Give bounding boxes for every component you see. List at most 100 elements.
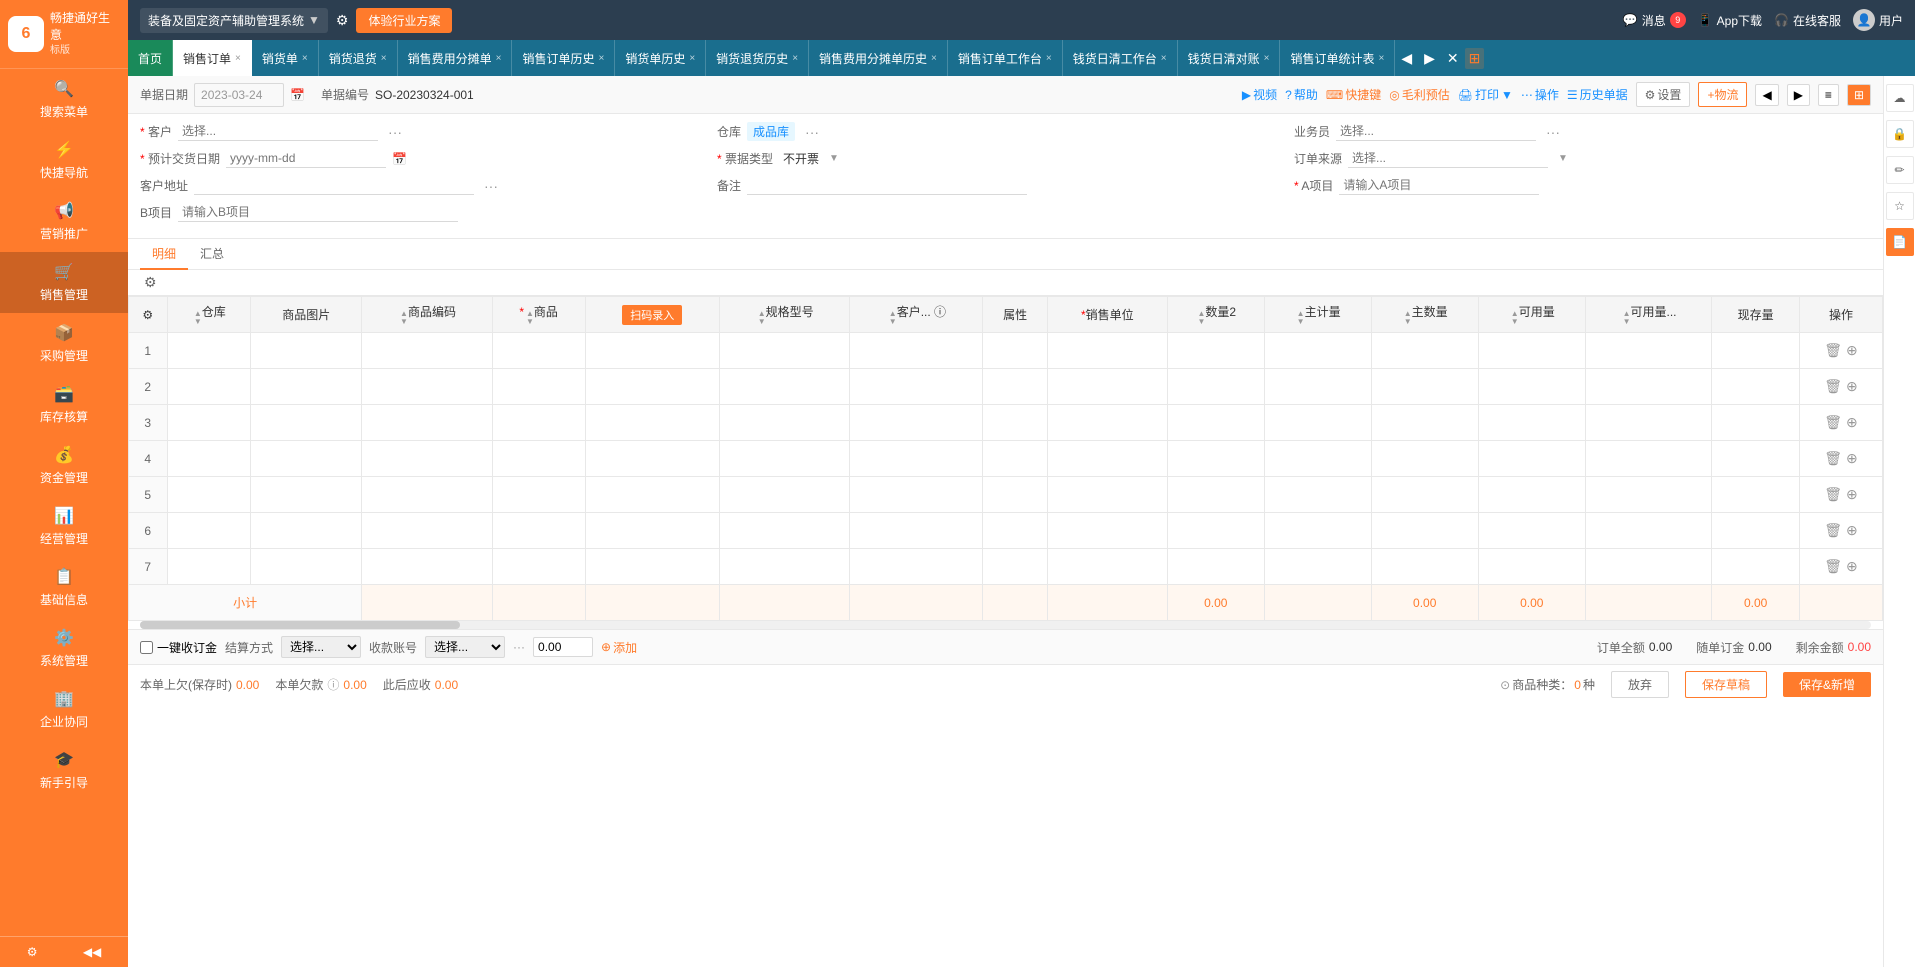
b-project-input[interactable] [178,203,458,222]
copy-row-btn[interactable]: ⊕ [1846,486,1858,503]
sidebar-item-finance[interactable]: 💰 资金管理 [0,435,128,496]
app-download-btn[interactable]: 📱 App下载 [1698,12,1762,29]
tab-sales-expense[interactable]: 销售费用分摊单 × [398,40,513,76]
sidebar-item-operations[interactable]: 📊 经营管理 [0,496,128,557]
sidebar-item-basics[interactable]: 📋 基础信息 [0,557,128,618]
delivery-date-input[interactable] [226,149,386,168]
tab-close-icon[interactable]: × [689,53,695,64]
delete-row-btn[interactable]: 🗑 [1824,342,1842,359]
history-btn[interactable]: ☰ 历史单据 [1567,86,1628,103]
tab-order-workbench[interactable]: 销售订单工作台 × [948,40,1063,76]
discard-btn[interactable]: 放弃 [1611,671,1669,698]
cell-scan-1[interactable] [585,333,719,369]
table-settings-btn[interactable]: ⚙ [140,270,161,295]
copy-row-btn[interactable]: ⊕ [1846,450,1858,467]
warehouse-more-btn[interactable]: ··· [805,124,819,140]
remark-input[interactable] [747,176,1027,195]
cell-attr-1[interactable] [983,333,1047,369]
tab-close-icon[interactable]: × [496,53,502,64]
tab-close-icon[interactable]: × [1378,53,1384,64]
staff-input[interactable] [1336,122,1536,141]
cell-avail2-1[interactable] [1585,333,1712,369]
cell-product-1[interactable] [492,333,585,369]
tab-close-icon[interactable]: × [598,53,604,64]
right-panel-edit-btn[interactable]: ✏ [1886,156,1914,184]
tab-close-icon[interactable]: × [1046,53,1052,64]
tab-daily-reconcile[interactable]: 钱货日清对账 × [1178,40,1281,76]
tab-prev-btn[interactable]: ◀ [1395,50,1418,67]
save-draft-btn[interactable]: 保存草稿 [1685,671,1767,698]
copy-row-btn[interactable]: ⊕ [1846,522,1858,539]
tab-invoice-history[interactable]: 销货单历史 × [615,40,706,76]
tab-sales-stats[interactable]: 销售订单统计表 × [1280,40,1395,76]
tab-expense-history[interactable]: 销售费用分摊单历史 × [809,40,948,76]
customer-input[interactable] [178,122,378,141]
quick-settle-checkbox-label[interactable]: 一键收订金 [140,639,217,656]
sidebar-item-system[interactable]: ⚙️ 系统管理 [0,618,128,679]
nav-next-btn[interactable]: ▶ [1787,84,1810,106]
delete-row-btn[interactable]: 🗑 [1824,558,1842,575]
horizontal-scrollbar[interactable] [140,621,1871,629]
sidebar-item-purchase[interactable]: 📦 采购管理 [0,313,128,374]
operate-btn[interactable]: ⋯ 操作 [1521,86,1559,103]
tab-home[interactable]: 首页 [128,40,173,76]
table-container[interactable]: ⚙ ▲▼仓库 商品图片 ▲▼商品编码 *▲▼商品 [128,296,1883,621]
tab-summary[interactable]: 汇总 [188,239,236,270]
tab-close-icon[interactable]: × [381,53,387,64]
delete-row-btn[interactable]: 🗑 [1824,450,1842,467]
a-project-input[interactable] [1339,176,1539,195]
topbar-settings-btn[interactable]: ⚙ [336,12,349,29]
delete-row-btn[interactable]: 🗑 [1824,522,1842,539]
quick-settle-checkbox[interactable] [140,641,153,654]
form-view-btn[interactable]: ⊞ [1847,84,1871,106]
tab-sales-invoice[interactable]: 销货单 × [252,40,319,76]
cell-stock-1[interactable] [1712,333,1800,369]
copy-row-btn[interactable]: ⊕ [1846,558,1858,575]
tab-next-btn[interactable]: ▶ [1418,50,1441,67]
invoice-dropdown-icon[interactable]: ▼ [829,153,839,164]
cell-image-1[interactable] [251,333,362,369]
add-settle-btn[interactable]: ⊕ 添加 [601,639,637,656]
user-avatar[interactable]: 👤 用户 [1853,9,1903,31]
tab-close-icon[interactable]: × [302,53,308,64]
right-panel-lock-btn[interactable]: 🔒 [1886,120,1914,148]
cell-qty2-1[interactable] [1167,333,1264,369]
sidebar-item-quick-nav[interactable]: ⚡ 快捷导航 [0,130,128,191]
order-source-dropdown[interactable]: ▼ [1558,153,1568,164]
delete-row-btn[interactable]: 🗑 [1824,414,1842,431]
sidebar-collapse[interactable]: ◀◀ [83,945,101,959]
amount-input[interactable] [533,637,593,657]
sidebar-item-enterprise[interactable]: 🏢 企业协同 [0,679,128,740]
sidebar-item-marketing[interactable]: 📢 营销推广 [0,191,128,252]
tab-expand-btn[interactable]: ⊞ [1465,48,1485,69]
addr-more-btn[interactable]: ··· [484,178,498,194]
cell-unit-1[interactable] [1047,333,1167,369]
tab-detail[interactable]: 明细 [140,239,188,270]
cell-warehouse-1[interactable] [167,333,251,369]
settle-method-select[interactable]: 选择... [281,636,361,658]
tab-close-icon[interactable]: × [1161,53,1167,64]
scrollbar-thumb[interactable] [140,621,460,629]
online-service-btn[interactable]: 🎧 在线客服 [1774,12,1841,29]
save-new-btn[interactable]: 保存&新增 [1783,672,1871,697]
copy-row-btn[interactable]: ⊕ [1846,414,1858,431]
tab-sales-order-history[interactable]: 销售订单历史 × [512,40,615,76]
copy-row-btn[interactable]: ⊕ [1846,342,1858,359]
calendar-icon[interactable]: 📅 [290,88,305,102]
profit-btn[interactable]: ◎ 毛利预估 [1389,86,1450,103]
sidebar-item-inventory[interactable]: 🗃️ 库存核算 [0,374,128,435]
staff-more-btn[interactable]: ··· [1546,124,1560,140]
delete-row-btn[interactable]: 🗑 [1824,378,1842,395]
cell-main-qty-1[interactable] [1371,333,1478,369]
sidebar-item-guide[interactable]: 🎓 新手引导 [0,740,128,801]
right-panel-doc-btn[interactable]: 📄 [1886,228,1914,256]
add-product-btn[interactable]: +物流 [1698,82,1747,107]
print-btn[interactable]: 🖨 打印 ▼ [1458,86,1513,103]
right-panel-cloud-btn[interactable]: ☁ [1886,84,1914,112]
single-date-input[interactable] [194,83,284,107]
scan-btn[interactable]: 扫码录入 [622,305,682,325]
tab-sales-return[interactable]: 销货退货 × [319,40,398,76]
tab-sales-order[interactable]: 销售订单 × [173,40,252,76]
receipt-account-select[interactable]: 选择... [425,636,505,658]
industry-solution-btn[interactable]: 体验行业方案 [356,8,452,33]
